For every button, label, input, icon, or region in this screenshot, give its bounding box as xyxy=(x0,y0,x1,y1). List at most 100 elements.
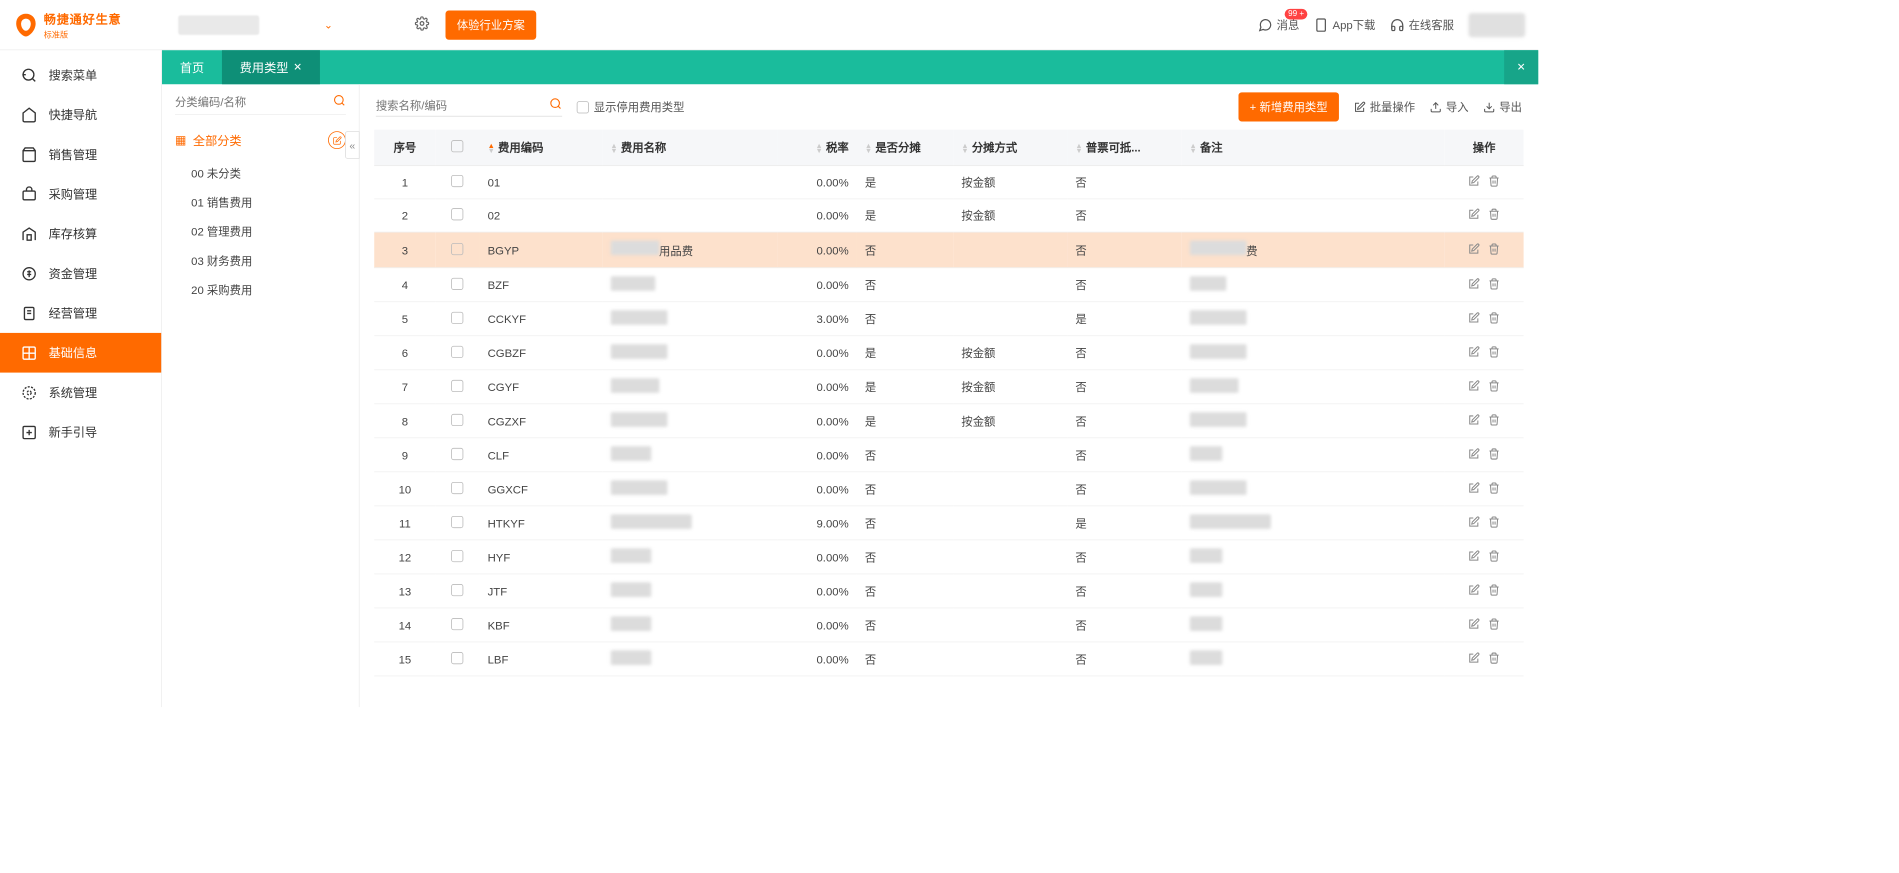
th-checkbox[interactable] xyxy=(436,130,480,166)
edit-row-icon[interactable] xyxy=(1468,482,1480,497)
tab-home[interactable]: 首页 xyxy=(162,50,222,84)
th-rate[interactable]: ▲▼税率 xyxy=(778,130,857,166)
category-item[interactable]: 20 采购费用 xyxy=(191,275,359,304)
edit-row-icon[interactable] xyxy=(1468,208,1480,223)
delete-row-icon[interactable] xyxy=(1488,448,1500,463)
table-search[interactable] xyxy=(376,97,562,116)
edit-row-icon[interactable] xyxy=(1468,652,1480,667)
th-code[interactable]: ▲▼费用编码 xyxy=(479,130,602,166)
show-disabled-checkbox[interactable]: 显示停用费用类型 xyxy=(577,99,685,115)
close-all-tabs[interactable]: ✕ xyxy=(1504,50,1538,84)
delete-row-icon[interactable] xyxy=(1488,379,1500,394)
batch-ops-button[interactable]: 批量操作 xyxy=(1354,99,1416,115)
cell-checkbox[interactable] xyxy=(436,506,480,540)
table-row[interactable]: 11HTKYF9.00%否是 xyxy=(374,506,1523,540)
cell-checkbox[interactable] xyxy=(436,370,480,404)
edit-categories-icon[interactable] xyxy=(328,131,346,149)
category-search[interactable] xyxy=(175,94,346,115)
app-download-link[interactable]: App下载 xyxy=(1314,17,1375,33)
delete-row-icon[interactable] xyxy=(1488,311,1500,326)
collapse-handle[interactable]: « xyxy=(345,131,360,159)
th-index[interactable]: 序号 xyxy=(374,130,435,166)
table-row[interactable]: 7CGYF0.00%是按金额否 xyxy=(374,370,1523,404)
settings-gear-icon[interactable] xyxy=(415,16,430,33)
table-row[interactable]: 2020.00%是按金额否 xyxy=(374,199,1523,232)
category-all[interactable]: ▦ 全部分类 xyxy=(162,126,359,154)
user-avatar[interactable] xyxy=(1469,13,1526,37)
add-expense-type-button[interactable]: +新增费用类型 xyxy=(1238,92,1339,121)
cell-checkbox[interactable] xyxy=(436,336,480,370)
table-row[interactable]: 3BGYP用品费0.00%否否费 xyxy=(374,232,1523,268)
table-row[interactable]: 14KBF0.00%否否 xyxy=(374,608,1523,642)
category-search-input[interactable] xyxy=(175,95,333,108)
delete-row-icon[interactable] xyxy=(1488,516,1500,531)
table-search-input[interactable] xyxy=(376,98,549,111)
table-row[interactable]: 4BZF0.00%否否 xyxy=(374,268,1523,302)
sidebar-item-search[interactable]: 搜索菜单 xyxy=(0,55,161,95)
delete-row-icon[interactable] xyxy=(1488,243,1500,258)
cell-checkbox[interactable] xyxy=(436,608,480,642)
cell-checkbox[interactable] xyxy=(436,642,480,676)
table-row[interactable]: 12HYF0.00%否否 xyxy=(374,540,1523,574)
edit-row-icon[interactable] xyxy=(1468,550,1480,565)
sidebar-item-doc[interactable]: 经营管理 xyxy=(0,293,161,333)
table-row[interactable]: 1010.00%是按金额否 xyxy=(374,166,1523,199)
th-alloc[interactable]: ▲▼是否分摊 xyxy=(857,130,954,166)
delete-row-icon[interactable] xyxy=(1488,208,1500,223)
category-item[interactable]: 00 未分类 xyxy=(191,159,359,188)
th-remark[interactable]: ▲▼备注 xyxy=(1181,130,1444,166)
support-link[interactable]: 在线客服 xyxy=(1390,17,1454,33)
edit-row-icon[interactable] xyxy=(1468,414,1480,429)
delete-row-icon[interactable] xyxy=(1488,652,1500,667)
cell-checkbox[interactable] xyxy=(436,166,480,199)
table-row[interactable]: 6CGBZF0.00%是按金额否 xyxy=(374,336,1523,370)
import-button[interactable]: 导入 xyxy=(1430,99,1469,115)
cell-checkbox[interactable] xyxy=(436,199,480,232)
sidebar-item-cart[interactable]: 采购管理 xyxy=(0,174,161,214)
cell-checkbox[interactable] xyxy=(436,540,480,574)
cell-checkbox[interactable] xyxy=(436,438,480,472)
category-item[interactable]: 02 管理费用 xyxy=(191,217,359,246)
sidebar-item-gear-dashed[interactable]: 系统管理 xyxy=(0,373,161,413)
cell-checkbox[interactable] xyxy=(436,574,480,608)
table-row[interactable]: 10GGXCF0.00%否否 xyxy=(374,472,1523,506)
th-name[interactable]: ▲▼费用名称 xyxy=(602,130,777,166)
sidebar-item-plus-box[interactable]: 新手引导 xyxy=(0,412,161,452)
tab-expense-type[interactable]: 费用类型✕ xyxy=(222,50,320,84)
table-row[interactable]: 15LBF0.00%否否 xyxy=(374,642,1523,676)
category-item[interactable]: 03 财务费用 xyxy=(191,246,359,275)
delete-row-icon[interactable] xyxy=(1488,345,1500,360)
experience-button[interactable]: 体验行业方案 xyxy=(446,10,537,39)
delete-row-icon[interactable] xyxy=(1488,482,1500,497)
delete-row-icon[interactable] xyxy=(1488,175,1500,190)
cell-checkbox[interactable] xyxy=(436,232,480,268)
delete-row-icon[interactable] xyxy=(1488,618,1500,633)
edit-row-icon[interactable] xyxy=(1468,311,1480,326)
th-tax[interactable]: ▲▼普票可抵... xyxy=(1067,130,1181,166)
edit-row-icon[interactable] xyxy=(1468,175,1480,190)
delete-row-icon[interactable] xyxy=(1488,550,1500,565)
edit-row-icon[interactable] xyxy=(1468,379,1480,394)
sidebar-item-money[interactable]: 资金管理 xyxy=(0,254,161,294)
table-row[interactable]: 13JTF0.00%否否 xyxy=(374,574,1523,608)
table-row[interactable]: 8CGZXF0.00%是按金额否 xyxy=(374,404,1523,438)
export-button[interactable]: 导出 xyxy=(1483,99,1522,115)
th-method[interactable]: ▲▼分摊方式 xyxy=(953,130,1067,166)
delete-row-icon[interactable] xyxy=(1488,277,1500,292)
edit-row-icon[interactable] xyxy=(1468,277,1480,292)
edit-row-icon[interactable] xyxy=(1468,243,1480,258)
edit-row-icon[interactable] xyxy=(1468,448,1480,463)
category-item[interactable]: 01 销售费用 xyxy=(191,188,359,217)
edit-row-icon[interactable] xyxy=(1468,345,1480,360)
cell-checkbox[interactable] xyxy=(436,472,480,506)
delete-row-icon[interactable] xyxy=(1488,584,1500,599)
table-row[interactable]: 9CLF0.00%否否 xyxy=(374,438,1523,472)
table-row[interactable]: 5CCKYF3.00%否是 xyxy=(374,302,1523,336)
cell-checkbox[interactable] xyxy=(436,302,480,336)
sidebar-item-grid[interactable]: 基础信息 xyxy=(0,333,161,373)
edit-row-icon[interactable] xyxy=(1468,584,1480,599)
cell-checkbox[interactable] xyxy=(436,404,480,438)
tab-close-icon[interactable]: ✕ xyxy=(293,61,302,74)
sidebar-item-bag[interactable]: 销售管理 xyxy=(0,134,161,174)
delete-row-icon[interactable] xyxy=(1488,414,1500,429)
